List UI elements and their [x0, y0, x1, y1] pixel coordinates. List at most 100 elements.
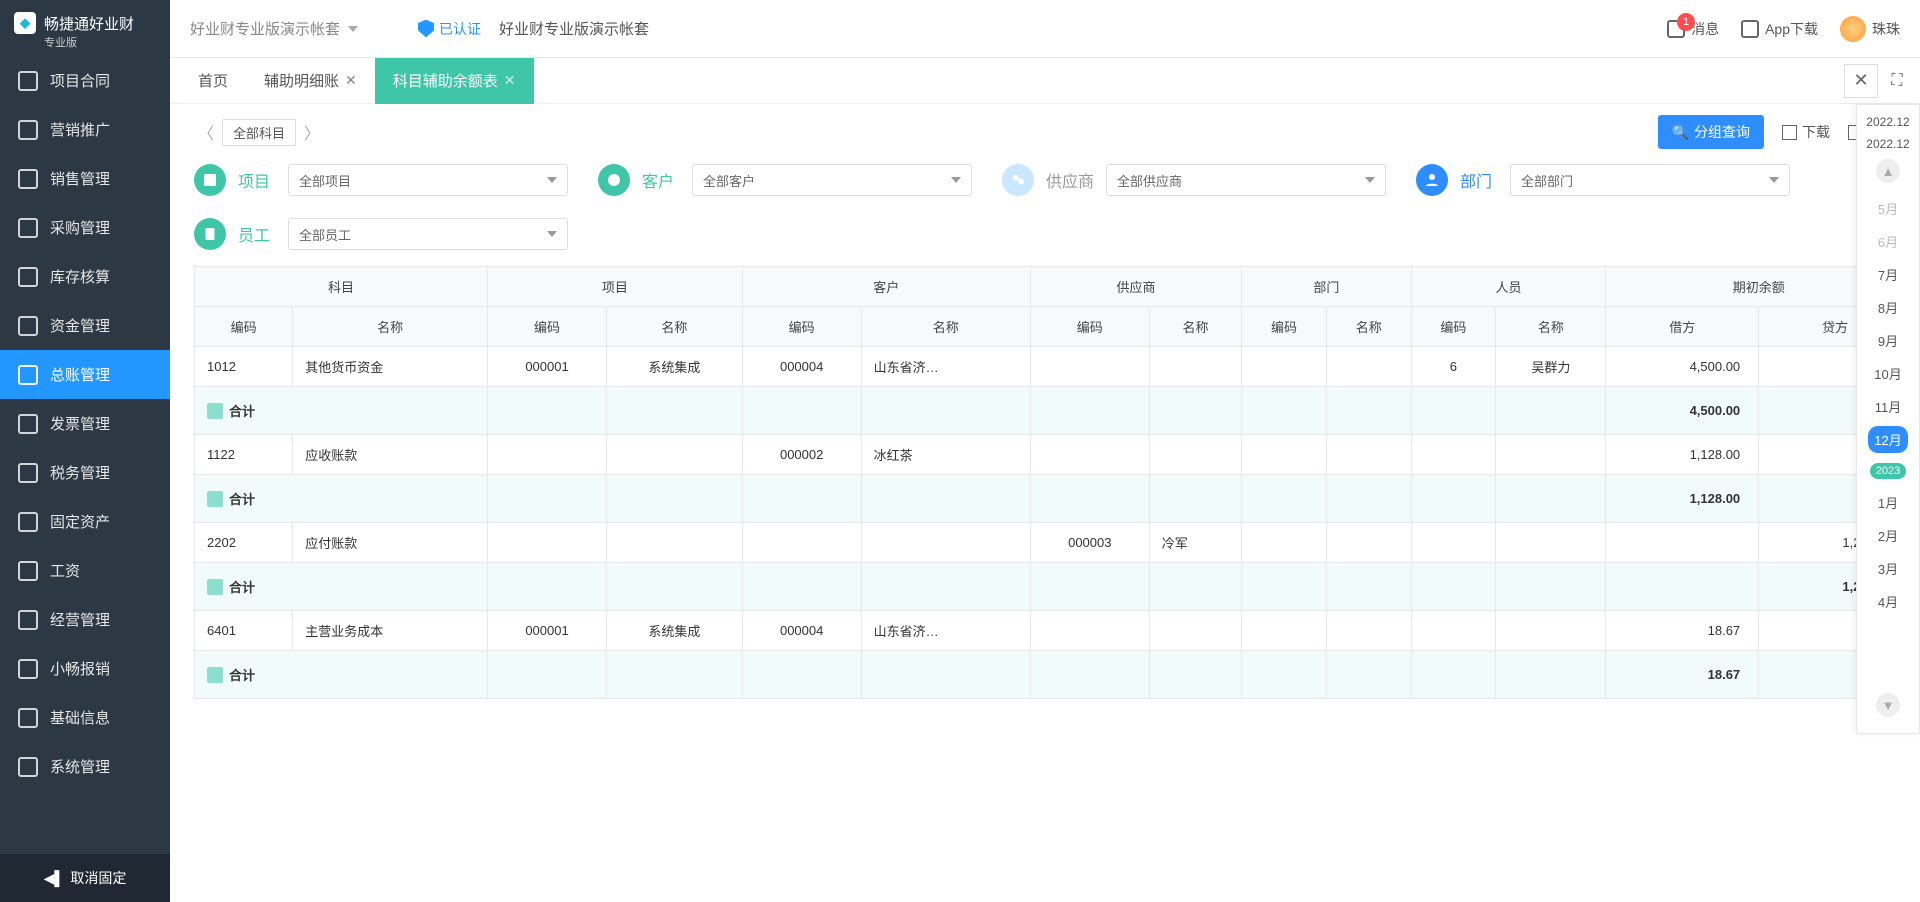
cell-emp-code [1411, 435, 1496, 475]
sidebar-icon [18, 512, 38, 532]
sidebar-icon [18, 561, 38, 581]
chevron-down-icon [547, 231, 557, 237]
main-area: 好业财专业版演示帐套 已认证 好业财专业版演示帐套 消息 1 App下载 [170, 0, 1920, 902]
breadcrumb-pill[interactable]: 全部科目 [222, 119, 296, 146]
sidebar-icon [18, 267, 38, 287]
messages-button[interactable]: 消息 1 [1667, 19, 1719, 39]
sidebar-item-0[interactable]: 项目合同 [0, 60, 170, 105]
table-row: 2202应付账款000003冷军1,200.00 [195, 523, 1912, 563]
period-down-button[interactable]: ▼ [1876, 693, 1900, 717]
table-row: 合计1,128.00 [195, 475, 1912, 523]
cell-debit: 1,128.00 [1606, 435, 1759, 475]
cell-emp-code: 6 [1411, 347, 1496, 387]
table-row: 1122应收账款000002冰红茶1,128.00 [195, 435, 1912, 475]
app-download-button[interactable]: App下载 [1741, 19, 1818, 39]
period-month[interactable]: 9月 [1871, 327, 1905, 354]
cell-dept-name [1326, 435, 1411, 475]
period-month[interactable]: 10月 [1868, 360, 1907, 387]
chevron-down-icon [951, 177, 961, 183]
close-all-tabs-button[interactable]: ✕ [1844, 64, 1878, 98]
subtotal-debit [1606, 563, 1759, 611]
sidebar-label: 系统管理 [50, 756, 110, 777]
sidebar-item-13[interactable]: 基础信息 [0, 693, 170, 742]
period-month[interactable]: 3月 [1871, 555, 1905, 582]
tab-close-icon[interactable]: ✕ [345, 72, 357, 89]
sidebar-item-11[interactable]: 经营管理 [0, 595, 170, 644]
sidebar-label: 项目合同 [50, 70, 110, 91]
period-from[interactable]: 2022.12 [1866, 111, 1909, 133]
sidebar-item-10[interactable]: 工资 [0, 546, 170, 595]
employee-select[interactable]: 全部员工 [288, 218, 568, 250]
download-button[interactable]: 下载 [1782, 122, 1830, 142]
breadcrumb-next-button[interactable]: 〉 [300, 120, 324, 144]
th-name: 名称 [606, 307, 742, 347]
period-month[interactable]: 7月 [1871, 261, 1905, 288]
sidebar-item-7[interactable]: 发票管理 [0, 399, 170, 448]
customer-select[interactable]: 全部客户 [692, 164, 972, 196]
cell-customer-code: 000004 [742, 611, 861, 651]
tab-1[interactable]: 辅助明细账✕ [246, 58, 375, 104]
th-code: 编码 [1030, 307, 1149, 347]
sidebar-item-5[interactable]: 资金管理 [0, 301, 170, 350]
period-month[interactable]: 8月 [1871, 294, 1905, 321]
account-selector-label: 好业财专业版演示帐套 [190, 18, 340, 39]
account-selector[interactable]: 好业财专业版演示帐套 [190, 18, 400, 39]
cell-supplier-name [1149, 611, 1242, 651]
brand-logo: ◆ 畅捷通好业财 [0, 0, 170, 36]
sidebar-item-6[interactable]: 总账管理 [0, 350, 170, 399]
cell-emp-name [1496, 611, 1606, 651]
period-month: 5月 [1871, 195, 1905, 222]
cell-supplier-code: 000003 [1030, 523, 1149, 563]
period-up-button[interactable]: ▲ [1876, 159, 1900, 183]
cell-dept-name [1326, 611, 1411, 651]
sidebar-icon [18, 659, 38, 679]
brand-edition: 专业版 [0, 34, 170, 60]
sidebar-item-8[interactable]: 税务管理 [0, 448, 170, 497]
tab-2[interactable]: 科目辅助余额表✕ [375, 58, 534, 104]
subtotal-icon [207, 667, 223, 683]
customer-value: 全部客户 [703, 171, 755, 190]
brand-icon: ◆ [14, 12, 36, 34]
sidebar-item-9[interactable]: 固定资产 [0, 497, 170, 546]
th-name: 名称 [1149, 307, 1242, 347]
th-department: 部门 [1242, 267, 1411, 307]
sidebar-item-1[interactable]: 营销推广 [0, 105, 170, 154]
period-month[interactable]: 1月 [1871, 489, 1905, 516]
cell-dept-code [1242, 435, 1327, 475]
cell-project-code [488, 523, 607, 563]
cell-subject-code: 6401 [195, 611, 293, 651]
period-month[interactable]: 11月 [1869, 393, 1908, 420]
unpin-button[interactable]: ◀▌ 取消固定 [0, 854, 170, 902]
group-query-button[interactable]: 🔍 分组查询 [1658, 115, 1764, 149]
sidebar-label: 采购管理 [50, 217, 110, 238]
th-debit: 借方 [1606, 307, 1759, 347]
cell-subject-code: 1012 [195, 347, 293, 387]
header-bar: 好业财专业版演示帐套 已认证 好业财专业版演示帐套 消息 1 App下载 [170, 0, 1920, 58]
sidebar-item-12[interactable]: 小畅报销 [0, 644, 170, 693]
user-menu[interactable]: 珠珠 [1840, 16, 1900, 42]
tab-close-icon[interactable]: ✕ [504, 72, 516, 89]
th-name: 名称 [293, 307, 488, 347]
supplier-select[interactable]: 全部供应商 [1106, 164, 1386, 196]
breadcrumb-prev-button[interactable]: 〈 [194, 120, 218, 144]
th-code: 编码 [488, 307, 607, 347]
cell-customer-code: 000004 [742, 347, 861, 387]
period-month[interactable]: 12月 [1868, 426, 1907, 453]
sidebar-item-2[interactable]: 销售管理 [0, 154, 170, 203]
period-to[interactable]: 2022.12 [1866, 133, 1909, 155]
sidebar-item-3[interactable]: 采购管理 [0, 203, 170, 252]
th-project: 项目 [488, 267, 743, 307]
sidebar-item-4[interactable]: 库存核算 [0, 252, 170, 301]
department-select[interactable]: 全部部门 [1510, 164, 1790, 196]
period-month[interactable]: 4月 [1871, 588, 1905, 615]
fullscreen-button[interactable]: ⛶ [1880, 64, 1914, 98]
sidebar-label: 经营管理 [50, 609, 110, 630]
supplier-label: 供应商 [1046, 168, 1094, 192]
sidebar-item-14[interactable]: 系统管理 [0, 742, 170, 791]
period-month[interactable]: 2月 [1871, 522, 1905, 549]
sidebar-label: 库存核算 [50, 266, 110, 287]
table-row: 6401主营业务成本000001系统集成000004山东省济…18.67 [195, 611, 1912, 651]
tab-0[interactable]: 首页 [180, 58, 246, 104]
project-icon [194, 164, 226, 196]
project-select[interactable]: 全部项目 [288, 164, 568, 196]
